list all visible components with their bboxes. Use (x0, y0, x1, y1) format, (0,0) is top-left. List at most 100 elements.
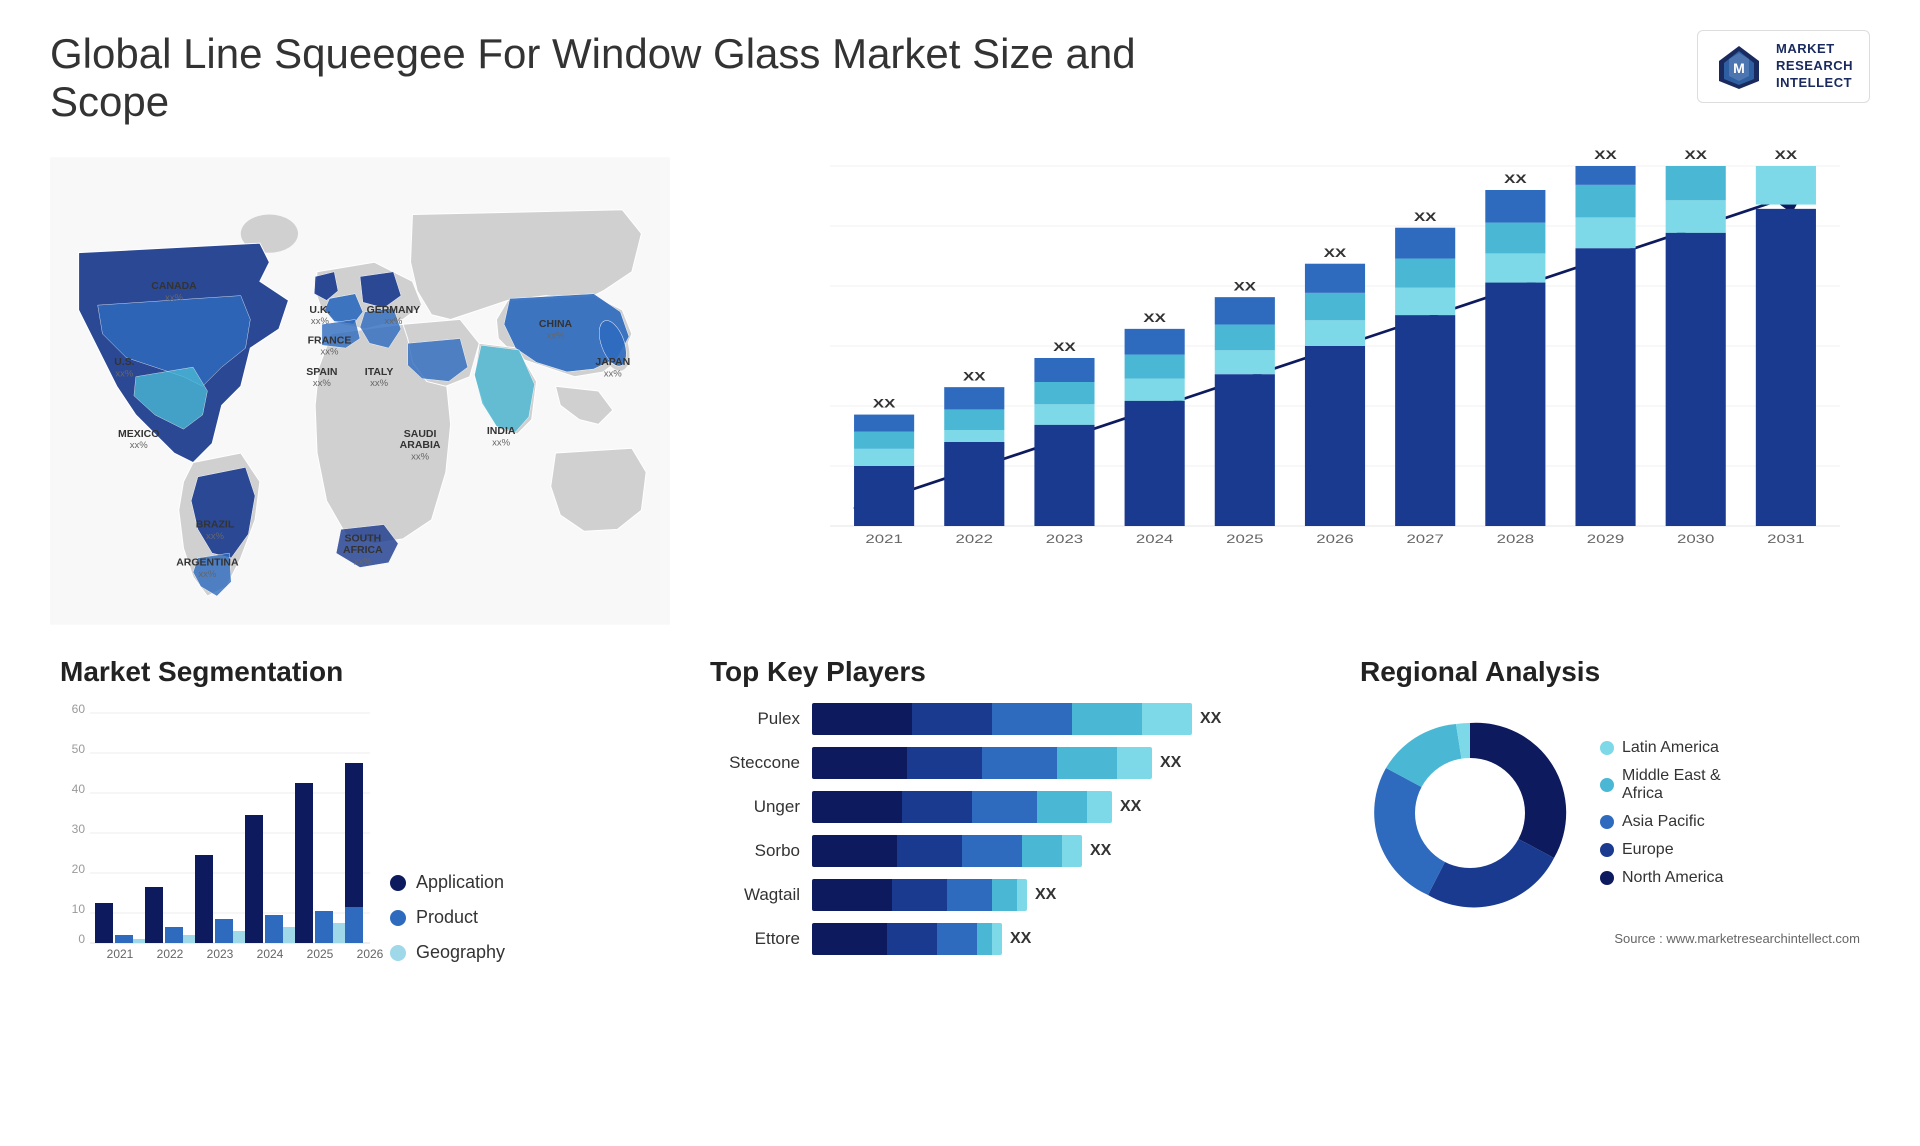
player-value-unger: XX (1120, 798, 1141, 816)
player-bar-container-sorbo: XX (812, 835, 1310, 867)
svg-text:2026: 2026 (1316, 533, 1353, 546)
player-bar-container-ettore: XX (812, 923, 1310, 955)
svg-text:0: 0 (78, 932, 85, 946)
player-row-pulex: Pulex XX (710, 703, 1310, 735)
svg-text:M: M (1733, 60, 1745, 76)
reg-label-asia-pacific: Asia Pacific (1622, 813, 1705, 831)
reg-dot-asia-pacific (1600, 815, 1614, 829)
donut-container: Latin America Middle East &Africa Asia P… (1360, 703, 1860, 923)
header: Global Line Squeegee For Window Glass Ma… (50, 30, 1870, 126)
reg-legend-europe: Europe (1600, 841, 1723, 859)
reg-legend-mea: Middle East &Africa (1600, 767, 1723, 803)
svg-text:2024: 2024 (1136, 533, 1173, 546)
segmentation-section: Market Segmentation 60 50 40 30 20 10 0 (50, 656, 670, 963)
svg-text:BRAZIL: BRAZIL (196, 519, 235, 530)
svg-text:CHINA: CHINA (539, 319, 573, 330)
svg-text:XX: XX (1594, 149, 1617, 162)
svg-text:2030: 2030 (1677, 533, 1714, 546)
svg-text:xx%: xx% (165, 292, 184, 303)
svg-text:xx%: xx% (313, 378, 332, 389)
svg-text:XX: XX (1234, 280, 1257, 293)
svg-text:2022: 2022 (157, 947, 184, 961)
svg-text:2029: 2029 (1587, 533, 1624, 546)
svg-text:2025: 2025 (307, 947, 334, 961)
svg-text:XX: XX (963, 370, 986, 383)
donut-chart (1360, 703, 1580, 923)
reg-dot-north-america (1600, 871, 1614, 885)
svg-text:40: 40 (72, 782, 86, 796)
svg-text:FRANCE: FRANCE (308, 335, 352, 346)
svg-text:60: 60 (72, 702, 86, 716)
svg-text:U.K.: U.K. (309, 305, 330, 316)
player-bar-container-wagtail: XX (812, 879, 1310, 911)
player-row-unger: Unger XX (710, 791, 1310, 823)
players-section: Top Key Players Pulex (690, 656, 1330, 955)
player-row-sorbo: Sorbo XX (710, 835, 1310, 867)
svg-text:ITALY: ITALY (365, 367, 394, 378)
svg-text:10: 10 (72, 902, 86, 916)
bar-chart-section: XX 2021 XX 2022 XX 2023 (690, 146, 1870, 636)
svg-text:xx%: xx% (311, 316, 330, 327)
svg-text:AFRICA: AFRICA (343, 545, 383, 556)
player-bar-pulex (812, 703, 1192, 735)
player-value-ettore: XX (1010, 930, 1031, 948)
svg-text:xx%: xx% (130, 440, 149, 451)
source-text: Source : www.marketresearchintellect.com (1360, 931, 1860, 946)
svg-text:XX: XX (1414, 211, 1437, 224)
svg-text:2027: 2027 (1406, 533, 1443, 546)
logo-icon: M (1714, 41, 1764, 91)
svg-text:2031: 2031 (1767, 533, 1804, 546)
svg-text:20: 20 (72, 862, 86, 876)
reg-legend-latin-america: Latin America (1600, 739, 1723, 757)
svg-text:xx%: xx% (411, 452, 430, 463)
legend-label-application: Application (416, 872, 504, 893)
svg-text:ARABIA: ARABIA (400, 440, 441, 451)
player-name-sorbo: Sorbo (710, 841, 800, 861)
svg-text:2021: 2021 (107, 947, 134, 961)
logo-text: MARKET RESEARCH INTELLECT (1776, 41, 1853, 92)
svg-text:ARGENTINA: ARGENTINA (176, 558, 239, 569)
player-bar-sorbo (812, 835, 1082, 867)
player-value-sorbo: XX (1090, 842, 1111, 860)
svg-text:xx%: xx% (320, 347, 339, 358)
reg-dot-latin-america (1600, 741, 1614, 755)
player-bar-ettore (812, 923, 1002, 955)
svg-text:30: 30 (72, 822, 86, 836)
regional-legend: Latin America Middle East &Africa Asia P… (1600, 739, 1723, 887)
svg-text:2023: 2023 (1046, 533, 1083, 546)
svg-text:U.S.: U.S. (114, 357, 134, 368)
legend-dot-product (390, 910, 406, 926)
reg-label-north-america: North America (1622, 869, 1723, 887)
svg-text:2025: 2025 (1226, 533, 1263, 546)
reg-label-latin-america: Latin America (1622, 739, 1719, 757)
svg-text:XX: XX (1143, 312, 1166, 325)
player-row-steccone: Steccone XX (710, 747, 1310, 779)
world-map: CANADA xx% U.S. xx% MEXICO xx% BRAZIL xx… (50, 146, 670, 636)
reg-dot-europe (1600, 843, 1614, 857)
svg-text:2022: 2022 (956, 533, 993, 546)
svg-text:2028: 2028 (1497, 533, 1534, 546)
player-bar-container-unger: XX (812, 791, 1310, 823)
svg-text:SPAIN: SPAIN (306, 367, 337, 378)
player-bar-wagtail (812, 879, 1027, 911)
svg-text:GERMANY: GERMANY (367, 305, 421, 316)
svg-text:xx%: xx% (198, 569, 217, 580)
seg-chart-svg: 60 50 40 30 20 10 0 (90, 703, 370, 943)
player-name-pulex: Pulex (710, 709, 800, 729)
svg-text:XX: XX (1775, 149, 1798, 162)
reg-dot-mea (1600, 778, 1614, 792)
svg-text:XX: XX (1684, 149, 1707, 162)
svg-text:50: 50 (72, 742, 86, 756)
svg-text:SAUDI: SAUDI (404, 429, 437, 440)
player-name-steccone: Steccone (710, 753, 800, 773)
players-bars-list: Pulex XX (710, 703, 1310, 955)
seg-legend: Application Product Geography (390, 872, 505, 963)
player-row-wagtail: Wagtail XX (710, 879, 1310, 911)
player-bar-unger (812, 791, 1112, 823)
svg-text:xx%: xx% (206, 531, 225, 542)
players-title: Top Key Players (710, 656, 1310, 688)
legend-item-product: Product (390, 907, 505, 928)
svg-text:SOUTH: SOUTH (345, 534, 382, 545)
reg-label-europe: Europe (1622, 841, 1674, 859)
player-bar-container-steccone: XX (812, 747, 1310, 779)
